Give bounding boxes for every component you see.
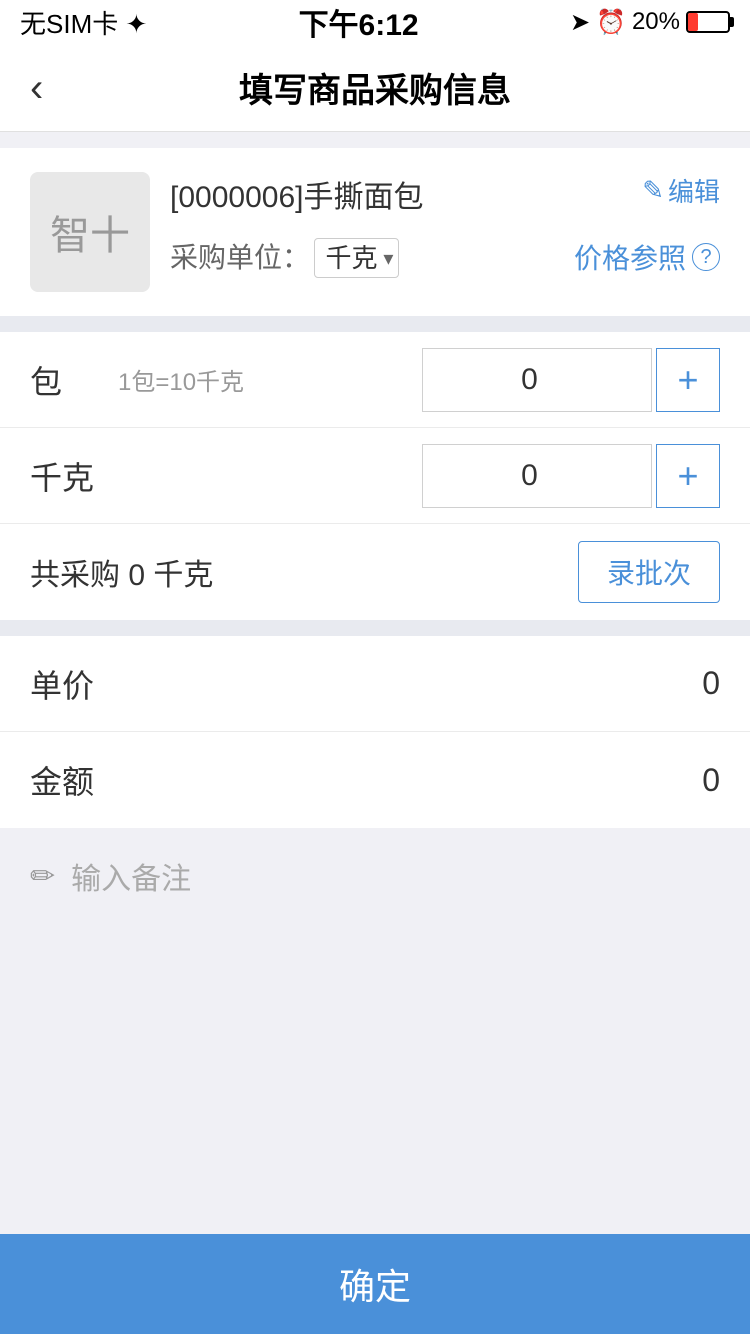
status-bar: 无SIM卡 ✦ 下午6:12 ➤ ⏰ 20% [0, 0, 750, 44]
package-label: 包 [30, 357, 110, 403]
page-title: 填写商品采购信息 [239, 63, 511, 112]
nav-bar: ‹ 填写商品采购信息 [0, 44, 750, 132]
product-image: 智十 [30, 172, 150, 292]
package-input-wrapper: + [422, 348, 720, 412]
divider-2 [0, 620, 750, 636]
unit-price-label: 单价 [30, 661, 94, 707]
info-icon: ? [692, 243, 720, 271]
kg-row: 千克 + [0, 428, 750, 524]
battery-icon [686, 11, 730, 33]
package-row: 包 1包=10千克 + [0, 332, 750, 428]
battery-percent: 20% [632, 8, 680, 36]
product-name: [0000006]手撕面包 [170, 172, 423, 216]
unit-price-value: 0 [702, 665, 720, 702]
pencil-icon: ✏ [30, 859, 55, 894]
amount-value: 0 [702, 762, 720, 799]
kg-label: 千克 [30, 453, 110, 499]
edit-button[interactable]: ✎ 编辑 [642, 172, 720, 209]
price-section: 单价 0 金额 0 [0, 636, 750, 828]
package-sublabel: 1包=10千克 [118, 362, 422, 397]
divider-1 [0, 316, 750, 332]
unit-label-text: 采购单位： 千克 包 ▾ [170, 236, 399, 278]
status-battery-area: ➤ ⏰ 20% [570, 8, 730, 37]
unit-select[interactable]: 千克 包 [314, 238, 399, 278]
product-unit-row: 采购单位： 千克 包 ▾ 价格参照 ? [170, 236, 720, 278]
notes-section[interactable]: ✏ 输入备注 [0, 828, 750, 924]
edit-icon: ✎ [642, 175, 664, 206]
notes-placeholder: 输入备注 [71, 854, 191, 898]
package-input-section: 包 1包=10千克 + 千克 + [0, 332, 750, 524]
total-label: 共采购 0 千克 [30, 550, 213, 594]
content-spacer [0, 924, 750, 1224]
amount-row: 金额 0 [0, 732, 750, 828]
product-info: [0000006]手撕面包 ✎ 编辑 采购单位： 千克 包 ▾ [170, 172, 720, 278]
kg-quantity-input[interactable] [422, 444, 652, 508]
navigation-icon: ➤ [570, 8, 590, 37]
status-time: 下午6:12 [299, 0, 419, 44]
package-quantity-input[interactable] [422, 348, 652, 412]
unit-price-row: 单价 0 [0, 636, 750, 732]
total-row: 共采购 0 千克 录批次 [0, 524, 750, 620]
kg-plus-button[interactable]: + [656, 444, 720, 508]
product-card: 智十 [0000006]手撕面包 ✎ 编辑 采购单位： 千克 包 [0, 148, 750, 316]
kg-input-wrapper: + [422, 444, 720, 508]
product-logo: 智十 [50, 203, 130, 261]
product-header: [0000006]手撕面包 ✎ 编辑 [170, 172, 720, 216]
batch-button[interactable]: 录批次 [578, 541, 720, 603]
price-reference-button[interactable]: 价格参照 ? [574, 237, 720, 277]
package-plus-button[interactable]: + [656, 348, 720, 412]
alarm-icon: ⏰ [596, 8, 626, 37]
status-network: 无SIM卡 ✦ [20, 4, 147, 41]
unit-select-wrapper[interactable]: 千克 包 ▾ [314, 238, 399, 278]
amount-label: 金额 [30, 757, 94, 803]
confirm-button[interactable]: 确定 [0, 1234, 750, 1334]
back-button[interactable]: ‹ [30, 68, 43, 108]
